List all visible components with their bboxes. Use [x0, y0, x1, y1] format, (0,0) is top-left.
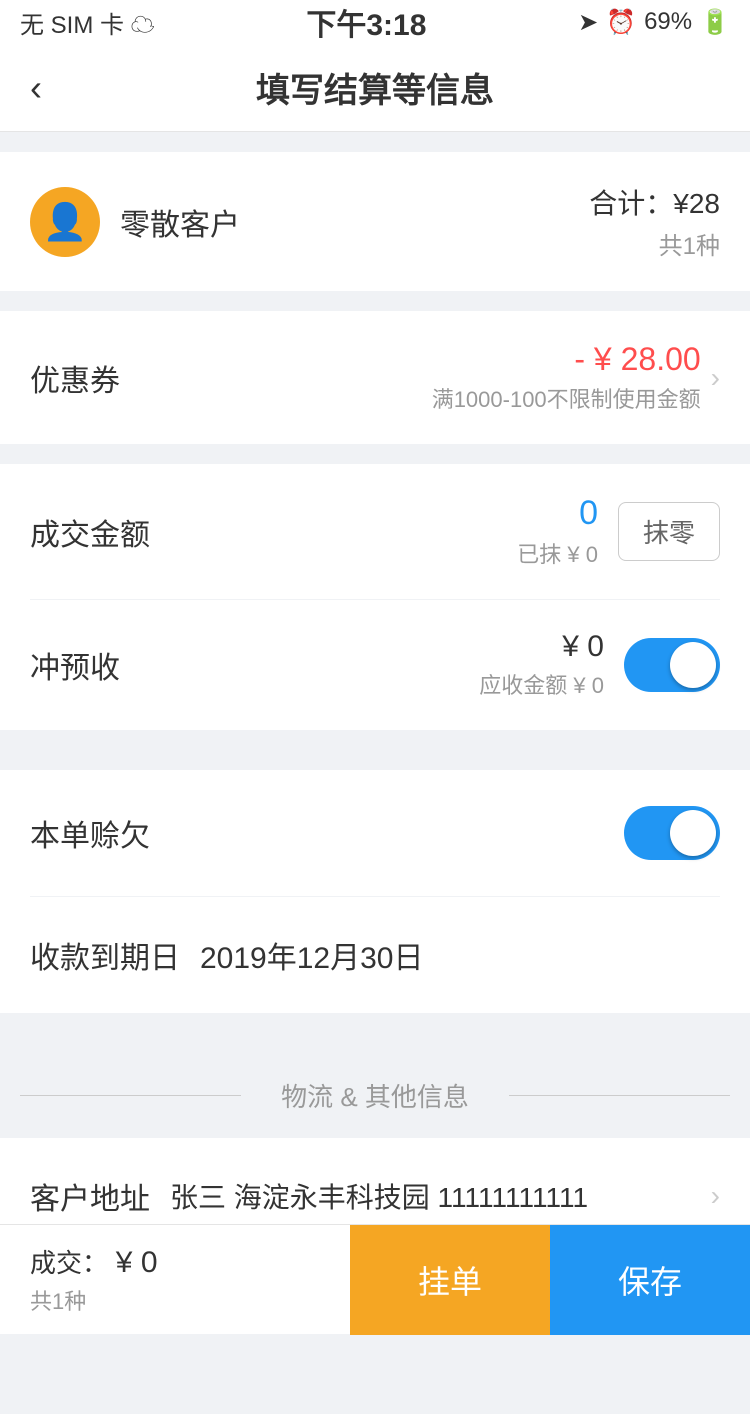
prepay-value-wrap: ¥ 0 应收金额 ¥ 0 [479, 630, 604, 700]
logistics-title: 物流 & 其他信息 [281, 1077, 469, 1114]
coupon-right: - ¥ 28.00 满1000-100不限制使用金额 › [432, 341, 720, 414]
address-value: 张三 海淀永丰科技园 11111111111 [170, 1176, 711, 1216]
round-button[interactable]: 抹零 [618, 502, 720, 561]
bottom-deal-value: ¥ 0 [116, 1246, 158, 1279]
customer-count: 共1种 [589, 226, 720, 261]
chevron-right-icon: › [711, 362, 720, 394]
due-date-value: 2019年12月30日 [200, 933, 423, 977]
sim-status: 无 SIM 卡 ☁ [20, 5, 155, 40]
avatar: 👤 [30, 187, 100, 257]
debt-toggle[interactable] [624, 806, 720, 860]
location-icon: ➤ [578, 8, 598, 37]
bottom-bar: 成交： ¥ 0 共1种 挂单 保存 [0, 1224, 750, 1334]
status-right: ➤ ⏰ 69% 🔋 [578, 8, 730, 37]
page-title: 填写结算等信息 [256, 63, 494, 112]
section-divider-3 [0, 1013, 750, 1033]
avatar-icon: 👤 [43, 201, 88, 243]
hang-button[interactable]: 挂单 [350, 1225, 550, 1335]
transaction-amount-label: 成交金额 [30, 510, 150, 554]
prepay-label: 冲预收 [30, 643, 120, 687]
logistics-line-left [20, 1095, 241, 1096]
prepay-right: ¥ 0 应收金额 ¥ 0 [479, 630, 720, 700]
nav-bar: ‹ 填写结算等信息 [0, 44, 750, 132]
due-date-label: 收款到期日 [30, 933, 180, 977]
logistics-section: 物流 & 其他信息 [0, 1053, 750, 1138]
debt-section: 本单赊欠 收款到期日 2019年12月30日 [0, 770, 750, 1013]
coupon-info: - ¥ 28.00 满1000-100不限制使用金额 [432, 341, 701, 414]
debt-label: 本单赊欠 [30, 811, 150, 855]
prepay-sub: 应收金额 ¥ 0 [479, 668, 604, 700]
customer-name: 零散客户 [120, 200, 240, 244]
amount-value-wrap: 0 已抹 ¥ 0 [517, 494, 598, 569]
bottom-deal-label: 成交： [30, 1248, 108, 1278]
debt-row: 本单赊欠 [30, 770, 720, 897]
due-date-row: 收款到期日 2019年12月30日 [30, 897, 720, 1013]
section-divider-1 [0, 444, 750, 464]
transaction-amount-row: 成交金额 0 已抹 ¥ 0 抹零 [30, 464, 720, 600]
prepay-row: 冲预收 ¥ 0 应收金额 ¥ 0 [30, 600, 720, 730]
battery-icon: 🔋 [700, 8, 730, 37]
logistics-line-right [509, 1095, 730, 1096]
customer-section: 👤 零散客户 合计：¥28 共1种 [0, 152, 750, 291]
bottom-deal-line: 成交： ¥ 0 [30, 1243, 320, 1280]
transaction-amount-value: 0 [517, 494, 598, 533]
coupon-label: 优惠券 [30, 356, 120, 400]
back-button[interactable]: ‹ [30, 67, 42, 109]
content: 👤 零散客户 合计：¥28 共1种 优惠券 - ¥ 28.00 满1000-10… [0, 132, 750, 1414]
status-left: 无 SIM 卡 ☁ [20, 5, 155, 40]
prepay-toggle[interactable] [624, 638, 720, 692]
logistics-header: 物流 & 其他信息 [0, 1053, 750, 1138]
customer-total-section: 合计：¥28 共1种 [589, 182, 720, 261]
status-time: 下午3:18 [306, 0, 426, 44]
bottom-summary: 成交： ¥ 0 共1种 [0, 1243, 350, 1316]
coupon-section[interactable]: 优惠券 - ¥ 28.00 满1000-100不限制使用金额 › [0, 311, 750, 444]
battery-label: 69% [644, 8, 692, 36]
amount-section: 成交金额 0 已抹 ¥ 0 抹零 冲预收 ¥ 0 应收金额 ¥ 0 [0, 464, 750, 730]
save-button[interactable]: 保存 [550, 1225, 750, 1335]
prepay-value: ¥ 0 [479, 630, 604, 664]
status-bar: 无 SIM 卡 ☁ 下午3:18 ➤ ⏰ 69% 🔋 [0, 0, 750, 44]
transaction-amount-right: 0 已抹 ¥ 0 抹零 [517, 494, 720, 569]
alarm-icon: ⏰ [606, 8, 636, 37]
address-label: 客户地址 [30, 1174, 150, 1218]
transaction-amount-sub: 已抹 ¥ 0 [517, 537, 598, 569]
coupon-discount: - ¥ 28.00 [432, 341, 701, 378]
customer-total: 合计：¥28 [589, 182, 720, 222]
bottom-count: 共1种 [30, 1284, 320, 1316]
customer-info: 👤 零散客户 [30, 187, 240, 257]
address-chevron-icon: › [711, 1180, 720, 1212]
section-divider-2 [0, 730, 750, 750]
coupon-desc: 满1000-100不限制使用金额 [432, 382, 701, 414]
